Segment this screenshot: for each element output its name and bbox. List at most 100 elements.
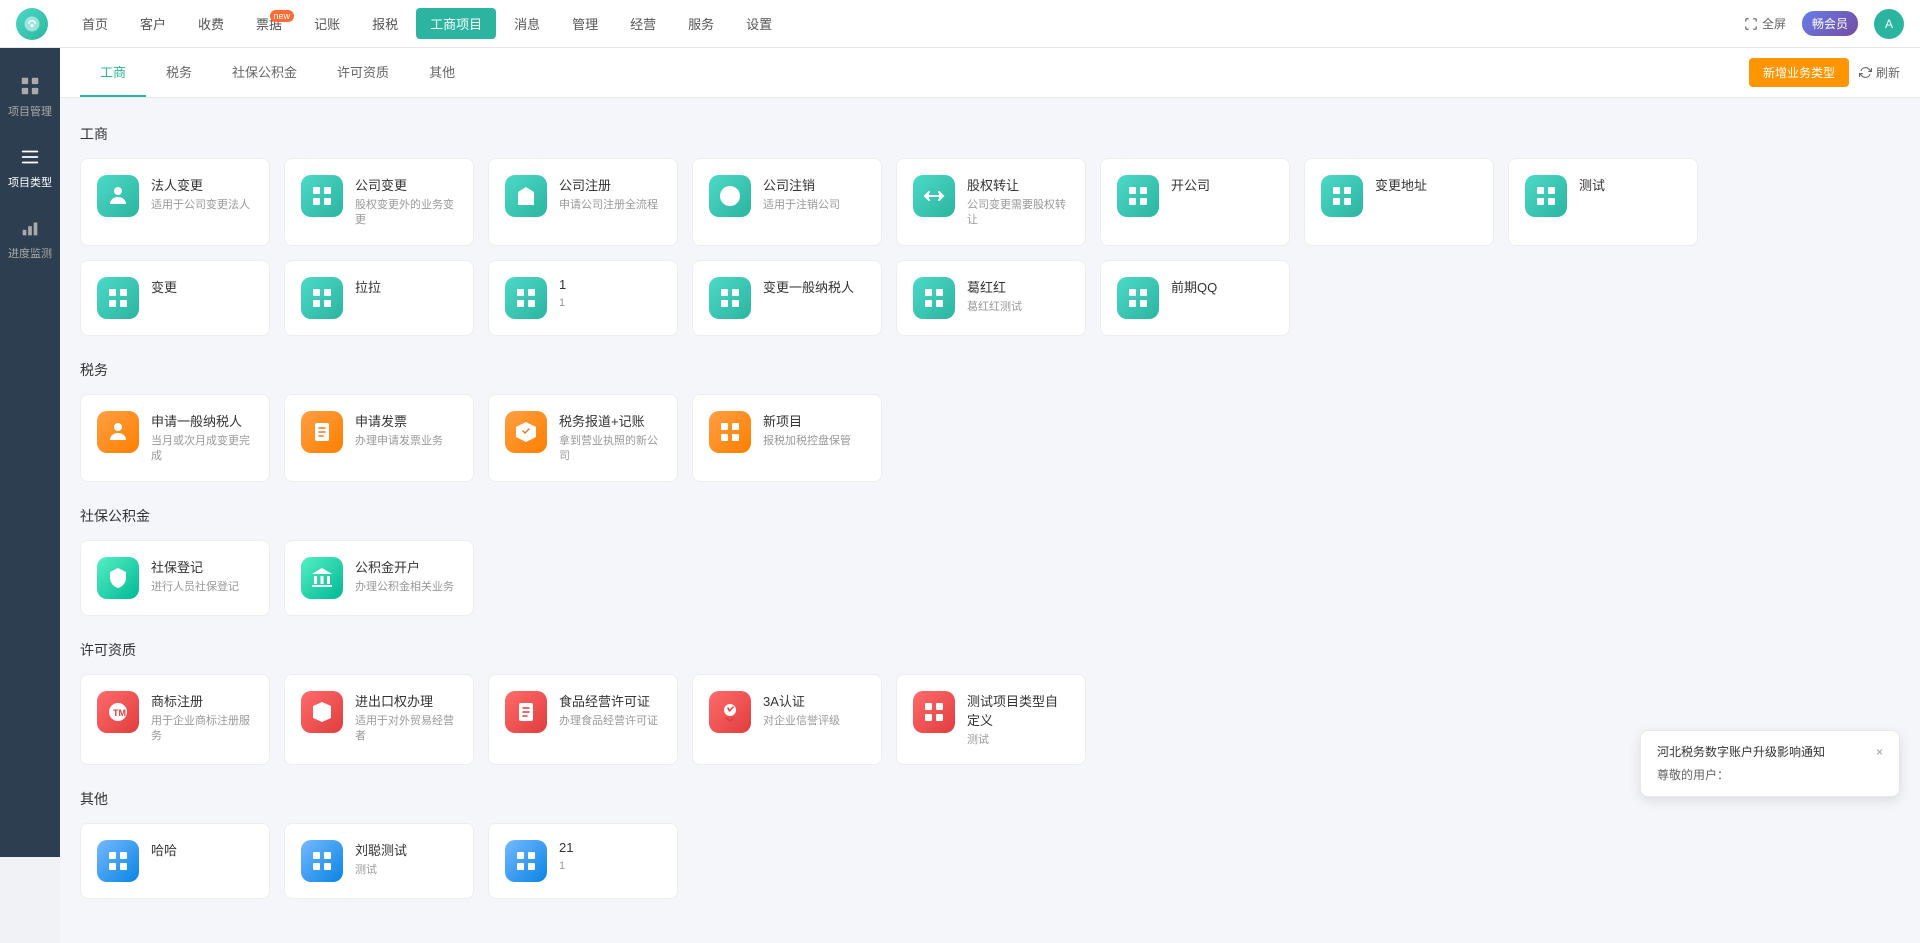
card-股权转让[interactable]: 股权转让公司变更需要股权转让: [896, 158, 1086, 246]
card-进出口权办理[interactable]: 进出口权办理适用于对外贸易经营者: [284, 674, 474, 765]
card-变更地址[interactable]: 变更地址: [1304, 158, 1494, 246]
card-title: 新项目: [763, 411, 865, 430]
card-desc: 葛红红测试: [967, 300, 1069, 315]
vip-btn[interactable]: 畅会员: [1802, 11, 1858, 36]
card-icon: TM: [97, 691, 139, 733]
card-3A认证[interactable]: 3A认证对企业信誉评级: [692, 674, 882, 765]
card-刘聪测试[interactable]: 刘聪测试测试: [284, 823, 474, 899]
card-info: 申请发票办理申请发票业务: [355, 411, 457, 449]
card-info: 测试项目类型自定义测试: [967, 691, 1069, 748]
card-变更[interactable]: 变更: [80, 260, 270, 336]
card-title: 开公司: [1171, 175, 1273, 194]
card-title: 3A认证: [763, 691, 865, 710]
card-title: 法人变更: [151, 175, 253, 194]
nav-item-工商项目[interactable]: 工商项目: [416, 8, 496, 39]
card-desc: 办理公积金相关业务: [355, 580, 457, 595]
card-葛红红[interactable]: 葛红红葛红红测试: [896, 260, 1086, 336]
notif-close-button[interactable]: ×: [1876, 745, 1883, 759]
card-icon: [709, 277, 751, 319]
card-拉拉[interactable]: 拉拉: [284, 260, 474, 336]
card-title: 申请发票: [355, 411, 457, 430]
card-title: 变更一般纳税人: [763, 277, 865, 296]
section-title-shebao: 社保公积金: [80, 506, 1900, 526]
tab-许可资质[interactable]: 许可资质: [317, 48, 409, 97]
card-新项目[interactable]: 新项目报税加税控盘保管: [692, 394, 882, 482]
card-title: 食品经营许可证: [559, 691, 661, 710]
card-申请一般纳税人[interactable]: 申请一般纳税人当月或次月成变更完成: [80, 394, 270, 482]
nav-item-票据[interactable]: 票据new: [242, 8, 296, 39]
card-icon: [97, 175, 139, 217]
card-title: 测试: [1579, 175, 1681, 194]
card-info: 商标注册用于企业商标注册服务: [151, 691, 253, 745]
card-21[interactable]: 211: [488, 823, 678, 899]
nav-item-收费[interactable]: 收费: [184, 8, 238, 39]
shebao-cards: 社保登记进行人员社保登记公积金开户办理公积金相关业务: [80, 540, 1900, 616]
card-公积金开户[interactable]: 公积金开户办理公积金相关业务: [284, 540, 474, 616]
xuke-cards: TM 商标注册用于企业商标注册服务进出口权办理适用于对外贸易经营者食品经营许可证办…: [80, 674, 1900, 765]
card-社保登记[interactable]: 社保登记进行人员社保登记: [80, 540, 270, 616]
card-title: 葛红红: [967, 277, 1069, 296]
nav-item-首页[interactable]: 首页: [68, 8, 122, 39]
card-哈哈[interactable]: 哈哈: [80, 823, 270, 899]
sidebar-icon-项目类型: [16, 143, 44, 171]
card-title: 社保登记: [151, 557, 253, 576]
sidebar: 项目管理项目类型进度监测: [0, 48, 60, 857]
notif-text: 尊敬的用户：: [1657, 766, 1883, 784]
user-avatar[interactable]: A: [1874, 9, 1904, 39]
card-title: 测试项目类型自定义: [967, 691, 1069, 729]
card-desc: 适用于对外贸易经营者: [355, 714, 457, 745]
card-title: 1: [559, 277, 661, 292]
tab-bar: 工商税务社保公积金许可资质其他 新增业务类型 刷新: [60, 48, 1920, 98]
tab-工商[interactable]: 工商: [80, 48, 146, 97]
card-开公司[interactable]: 开公司: [1100, 158, 1290, 246]
card-icon: [913, 175, 955, 217]
sidebar-item-项目类型[interactable]: 项目类型: [3, 135, 57, 198]
card-info: 法人变更适用于公司变更法人: [151, 175, 253, 213]
card-info: 哈哈: [151, 840, 253, 863]
card-公司变更[interactable]: 公司变更股权变更外的业务变更: [284, 158, 474, 246]
card-info: 变更地址: [1375, 175, 1477, 198]
card-测试[interactable]: 测试: [1508, 158, 1698, 246]
card-info: 开公司: [1171, 175, 1273, 198]
nav-item-客户[interactable]: 客户: [126, 8, 180, 39]
nav-item-服务[interactable]: 服务: [674, 8, 728, 39]
card-法人变更[interactable]: 法人变更适用于公司变更法人: [80, 158, 270, 246]
notif-header: 河北税务数字账户升级影响通知 ×: [1657, 743, 1883, 760]
nav-items: 首页客户收费票据new记账报税工商项目消息管理经营服务设置: [68, 8, 1744, 39]
tab-其他[interactable]: 其他: [409, 48, 475, 97]
card-变更一般纳税人[interactable]: 变更一般纳税人: [692, 260, 882, 336]
section-title-qita: 其他: [80, 789, 1900, 809]
card-1[interactable]: 11: [488, 260, 678, 336]
card-公司注册[interactable]: 公司注册申请公司注册全流程: [488, 158, 678, 246]
section-title-xuke: 许可资质: [80, 640, 1900, 660]
nav-item-设置[interactable]: 设置: [732, 8, 786, 39]
card-icon: [97, 557, 139, 599]
nav-item-管理[interactable]: 管理: [558, 8, 612, 39]
card-公司注销[interactable]: 公司注销适用于注销公司: [692, 158, 882, 246]
card-title: 变更: [151, 277, 253, 296]
card-税务报道+记账[interactable]: 税务报道+记账拿到营业执照的新公司: [488, 394, 678, 482]
card-title: 刘聪测试: [355, 840, 457, 859]
fullscreen-btn[interactable]: 全屏: [1744, 15, 1786, 32]
sidebar-item-进度监测[interactable]: 进度监测: [3, 206, 57, 269]
card-食品经营许可证[interactable]: 食品经营许可证办理食品经营许可证: [488, 674, 678, 765]
card-info: 拉拉: [355, 277, 457, 300]
nav-item-记账[interactable]: 记账: [300, 8, 354, 39]
sidebar-icon-进度监测: [16, 214, 44, 242]
card-测试项目类型自定义[interactable]: 测试项目类型自定义测试: [896, 674, 1086, 765]
nav-item-报税[interactable]: 报税: [358, 8, 412, 39]
refresh-button[interactable]: 刷新: [1859, 64, 1900, 81]
card-前期QQ[interactable]: 前期QQ: [1100, 260, 1290, 336]
tab-税务[interactable]: 税务: [146, 48, 212, 97]
card-商标注册[interactable]: TM 商标注册用于企业商标注册服务: [80, 674, 270, 765]
card-icon: [301, 557, 343, 599]
card-申请发票[interactable]: 申请发票办理申请发票业务: [284, 394, 474, 482]
sidebar-item-项目管理[interactable]: 项目管理: [3, 64, 57, 127]
card-desc: 进行人员社保登记: [151, 580, 253, 595]
tab-社保公积金[interactable]: 社保公积金: [212, 48, 317, 97]
new-type-button[interactable]: 新增业务类型: [1749, 58, 1849, 87]
sidebar-icon-项目管理: [16, 72, 44, 100]
nav-item-经营[interactable]: 经营: [616, 8, 670, 39]
nav-item-消息[interactable]: 消息: [500, 8, 554, 39]
card-title: 拉拉: [355, 277, 457, 296]
